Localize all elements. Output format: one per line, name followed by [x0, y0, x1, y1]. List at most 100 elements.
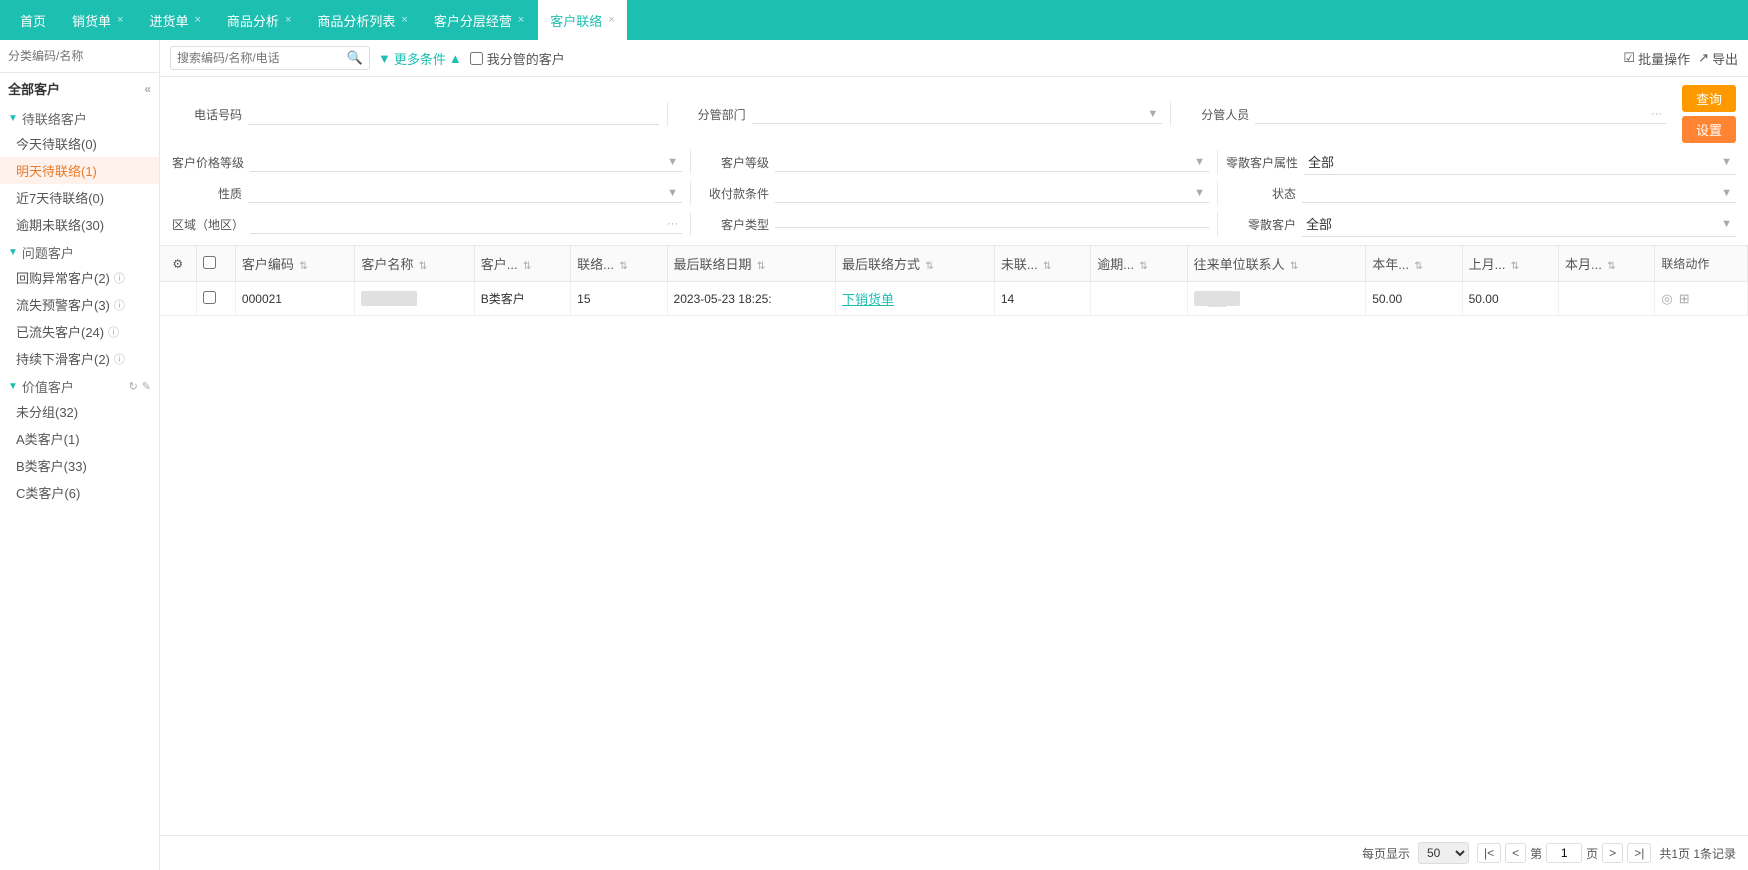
td-code: 000021: [235, 282, 354, 316]
group-value-customer[interactable]: ▼ 价值客户 ↻ ✎: [0, 372, 159, 398]
region-select[interactable]: ···: [250, 215, 682, 234]
next-page-btn[interactable]: >: [1602, 843, 1623, 863]
page-label: 第: [1530, 845, 1542, 862]
sort-icon: ⇅: [523, 261, 531, 272]
close-icon[interactable]: ×: [401, 14, 407, 26]
action-phone-icon[interactable]: ◎: [1661, 291, 1672, 307]
nav-analysis[interactable]: 商品分析 ×: [215, 0, 303, 40]
page-input[interactable]: [1546, 843, 1582, 863]
sidebar-item-declining[interactable]: 持续下滑客户(2) ⓘ: [0, 345, 159, 372]
per-page-select[interactable]: 50 100: [1418, 842, 1469, 864]
customer-type-select[interactable]: [775, 221, 1209, 228]
divider: [690, 150, 691, 174]
contact-method-link[interactable]: 下销货单: [842, 292, 894, 307]
all-customers-header[interactable]: 全部客户 «: [0, 73, 159, 104]
nature-select[interactable]: ▼: [248, 184, 682, 203]
nav-customer-tier[interactable]: 客户分层经营 ×: [422, 0, 536, 40]
triangle-icon: ▼: [8, 381, 18, 392]
sort-icon: ⇅: [619, 261, 627, 272]
action-add-icon[interactable]: ⊞: [1679, 291, 1690, 307]
td-settings: [160, 282, 196, 316]
close-icon[interactable]: ×: [285, 14, 291, 26]
divider: [1170, 102, 1171, 126]
sort-icon: ⇅: [1511, 261, 1519, 272]
sidebar-item-churn-warning[interactable]: 流失预警客户(3) ⓘ: [0, 291, 159, 318]
per-page-label: 每页显示: [1362, 845, 1410, 862]
status-select[interactable]: ▼: [1302, 184, 1736, 203]
group-pending-label: 待联络客户: [22, 109, 87, 128]
prev-page-btn[interactable]: <: [1505, 843, 1526, 863]
td-actions: ◎ ⊞: [1655, 282, 1748, 316]
nav-customer-contact[interactable]: 客户联络 ×: [538, 0, 626, 40]
price-level-label: 客户价格等级: [172, 154, 244, 171]
row-checkbox[interactable]: [203, 291, 216, 304]
sidebar-item-churned[interactable]: 已流失客户(24) ⓘ: [0, 318, 159, 345]
filter-row-3: 性质 ▼ 收付款条件 ▼ 状态: [172, 181, 1736, 205]
my-customers-check[interactable]: [470, 52, 483, 65]
set-button[interactable]: 设置: [1682, 116, 1736, 143]
nav-sales[interactable]: 销货单 ×: [60, 0, 135, 40]
td-contact-count: 15: [571, 282, 667, 316]
sidebar-item-overdue[interactable]: 逾期未联络(30): [0, 211, 159, 238]
dots-icon[interactable]: ···: [1651, 108, 1662, 120]
filter-row-4: 区域（地区） ··· 客户类型 零散客户: [172, 211, 1736, 237]
query-button[interactable]: 查询: [1682, 85, 1736, 112]
refresh-icon[interactable]: ↻: [129, 380, 138, 393]
collapse-icon: «: [144, 82, 151, 96]
dots-icon[interactable]: ···: [667, 218, 678, 230]
export-btn[interactable]: ↗ 导出: [1698, 49, 1738, 68]
sidebar-item-abnormal[interactable]: 回购异常客户(2) ⓘ: [0, 264, 159, 291]
chevron-down-icon: ▼: [1721, 218, 1732, 230]
toolbar-right: ☑ 批量操作 ↗ 导出: [1623, 49, 1738, 68]
last-page-btn[interactable]: >|: [1627, 843, 1651, 863]
dept-select[interactable]: ▼: [752, 105, 1163, 124]
sidebar-item-7days[interactable]: 近7天待联络(0): [0, 184, 159, 211]
status-label: 状态: [1226, 185, 1296, 202]
nav-analysis-list[interactable]: 商品分析列表 ×: [305, 0, 419, 40]
my-customers-checkbox[interactable]: 我分管的客户: [470, 49, 565, 68]
divider: [1217, 181, 1218, 205]
batch-operation-btn[interactable]: ☑ 批量操作: [1623, 49, 1690, 68]
sidebar-search-input[interactable]: [8, 49, 160, 63]
close-icon[interactable]: ×: [194, 14, 200, 26]
td-no-contact: 14: [994, 282, 1090, 316]
retail-attr-select[interactable]: 全部 ▼: [1304, 149, 1736, 175]
divider: [667, 102, 668, 126]
info-icon: ⓘ: [114, 270, 125, 286]
toolbar-search-input[interactable]: [177, 51, 343, 65]
nav-purchase[interactable]: 进货单 ×: [137, 0, 212, 40]
payment-select[interactable]: ▼: [775, 184, 1209, 203]
th-settings[interactable]: ⚙: [160, 246, 196, 282]
filter-more-btn[interactable]: ▼ 更多条件 ▲: [378, 49, 462, 68]
filter-region: 区域（地区） ···: [172, 215, 682, 234]
person-select[interactable]: ···: [1255, 105, 1666, 124]
sidebar-item-ungrouped[interactable]: 未分组(32): [0, 398, 159, 425]
first-page-btn[interactable]: |<: [1477, 843, 1501, 863]
sort-icon: ⇅: [1290, 261, 1298, 272]
sidebar-item-class-c[interactable]: C类客户(6): [0, 479, 159, 506]
nature-label: 性质: [172, 185, 242, 202]
sidebar: 🔍 全部客户 « ▼ 待联络客户 今天待联络(0) 明天待联络(1) 近7天待联…: [0, 40, 160, 870]
info-icon: ⓘ: [114, 297, 125, 313]
sidebar-item-today[interactable]: 今天待联络(0): [0, 130, 159, 157]
group-pending-contact[interactable]: ▼ 待联络客户: [0, 104, 159, 130]
chevron-down-icon: ▼: [1147, 108, 1158, 120]
pagination: |< < 第 页 > >|: [1477, 843, 1651, 863]
close-icon[interactable]: ×: [608, 14, 614, 26]
chevron-down-icon: ▼: [1721, 187, 1732, 199]
sidebar-item-tomorrow[interactable]: 明天待联络(1): [0, 157, 159, 184]
price-level-select[interactable]: ▼: [250, 153, 682, 172]
close-icon[interactable]: ×: [518, 14, 524, 26]
phone-input[interactable]: [248, 104, 659, 125]
edit-icon[interactable]: ✎: [142, 380, 151, 393]
th-contact-person: 往来单位联系人 ⇅: [1187, 246, 1366, 282]
close-icon[interactable]: ×: [117, 14, 123, 26]
select-all-checkbox[interactable]: [203, 256, 216, 269]
sidebar-item-class-b[interactable]: B类客户(33): [0, 452, 159, 479]
retail-customer-select[interactable]: 全部 ▼: [1302, 211, 1736, 237]
group-problem-customer[interactable]: ▼ 问题客户: [0, 238, 159, 264]
toolbar-search-icon[interactable]: 🔍: [347, 50, 363, 66]
nav-home[interactable]: 首页: [8, 0, 58, 40]
sidebar-item-class-a[interactable]: A类客户(1): [0, 425, 159, 452]
customer-level-select[interactable]: ▼: [775, 153, 1209, 172]
